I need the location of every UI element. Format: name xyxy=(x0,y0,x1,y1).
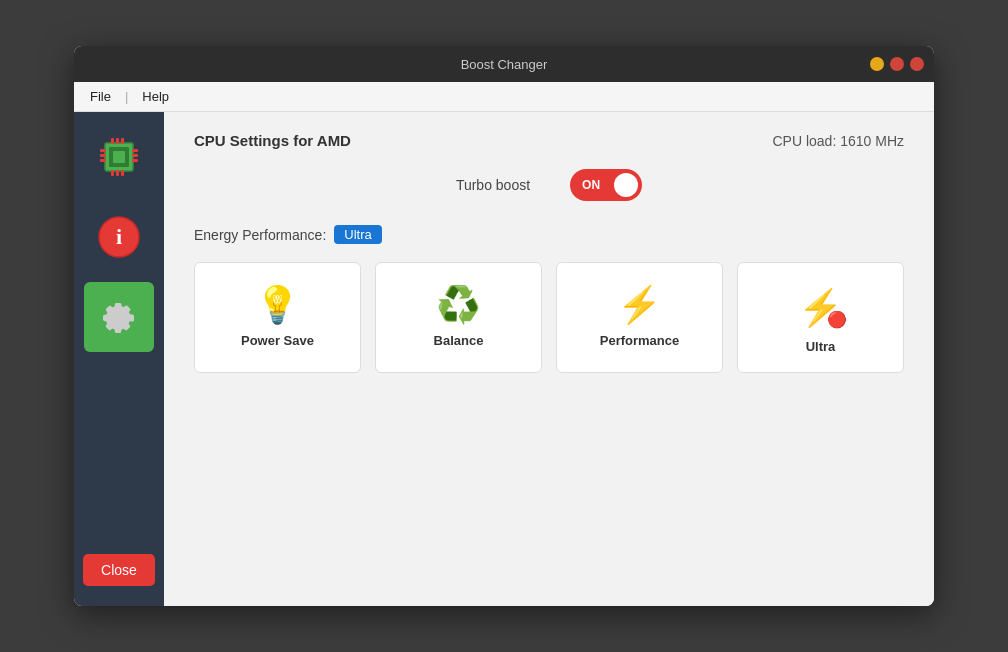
svg-rect-3 xyxy=(116,138,119,144)
mode-label-ultra: Ultra xyxy=(806,339,836,354)
mode-card-balance[interactable]: ♻️ Balance xyxy=(375,262,542,373)
energy-performance-badge: Ultra xyxy=(334,225,381,244)
svg-rect-14 xyxy=(113,151,125,163)
svg-rect-12 xyxy=(132,154,138,157)
lightbulb-icon: 💡 xyxy=(255,287,300,323)
mode-label-balance: Balance xyxy=(434,333,484,348)
energy-performance-label: Energy Performance: xyxy=(194,227,326,243)
minimize-button[interactable] xyxy=(870,57,884,71)
svg-rect-7 xyxy=(121,170,124,176)
toggle-knob xyxy=(614,173,638,197)
modes-grid: 💡 Power Save ♻️ Balance ⚡ Performance ⚡🔴 xyxy=(194,262,904,373)
toggle-on-label: ON xyxy=(582,178,600,192)
mode-card-power-save[interactable]: 💡 Power Save xyxy=(194,262,361,373)
sidebar-item-settings[interactable] xyxy=(84,282,154,352)
menubar: File | Help xyxy=(74,82,934,112)
main-layout: i Close CPU Settings for AMD xyxy=(74,112,934,606)
cpu-settings-title: CPU Settings for AMD xyxy=(194,132,351,149)
cpu-chip-icon xyxy=(95,133,143,181)
menu-help[interactable]: Help xyxy=(134,87,177,106)
content-area: CPU Settings for AMD CPU load: 1610 MHz … xyxy=(164,112,934,606)
main-window: Boost Changer File | Help xyxy=(74,46,934,606)
cpu-brand: AMD xyxy=(317,132,351,149)
turbo-boost-toggle[interactable]: ON xyxy=(570,169,642,201)
svg-rect-9 xyxy=(100,154,106,157)
ultra-lightning-icon: ⚡🔴 xyxy=(798,287,843,329)
svg-text:i: i xyxy=(116,224,122,249)
svg-rect-8 xyxy=(100,149,106,152)
window-title: Boost Changer xyxy=(461,57,548,72)
svg-rect-13 xyxy=(132,159,138,162)
turbo-boost-label: Turbo boost xyxy=(456,177,530,193)
mode-card-performance[interactable]: ⚡ Performance xyxy=(556,262,723,373)
mode-label-power-save: Power Save xyxy=(241,333,314,348)
svg-rect-5 xyxy=(111,170,114,176)
sidebar-item-info[interactable]: i xyxy=(84,202,154,272)
turbo-boost-row: Turbo boost ON xyxy=(194,169,904,201)
cpu-settings-prefix: CPU Settings for xyxy=(194,132,317,149)
close-window-button[interactable] xyxy=(910,57,924,71)
info-icon: i xyxy=(97,215,141,259)
titlebar: Boost Changer xyxy=(74,46,934,82)
sidebar-item-cpu[interactable] xyxy=(84,122,154,192)
menu-separator: | xyxy=(123,89,130,104)
svg-rect-6 xyxy=(116,170,119,176)
settings-gear-icon xyxy=(97,295,141,339)
recycle-icon: ♻️ xyxy=(436,287,481,323)
sidebar: i Close xyxy=(74,112,164,606)
maximize-button[interactable] xyxy=(890,57,904,71)
close-button[interactable]: Close xyxy=(83,554,155,586)
window-controls xyxy=(870,57,924,71)
svg-rect-11 xyxy=(132,149,138,152)
mode-card-ultra[interactable]: ⚡🔴 Ultra xyxy=(737,262,904,373)
content-header: CPU Settings for AMD CPU load: 1610 MHz xyxy=(194,132,904,149)
menu-file[interactable]: File xyxy=(82,87,119,106)
energy-performance-row: Energy Performance: Ultra xyxy=(194,225,904,244)
cpu-load-display: CPU load: 1610 MHz xyxy=(772,133,904,149)
svg-rect-10 xyxy=(100,159,106,162)
svg-rect-4 xyxy=(121,138,124,144)
mode-label-performance: Performance xyxy=(600,333,679,348)
lightning-icon: ⚡ xyxy=(617,287,662,323)
svg-rect-2 xyxy=(111,138,114,144)
